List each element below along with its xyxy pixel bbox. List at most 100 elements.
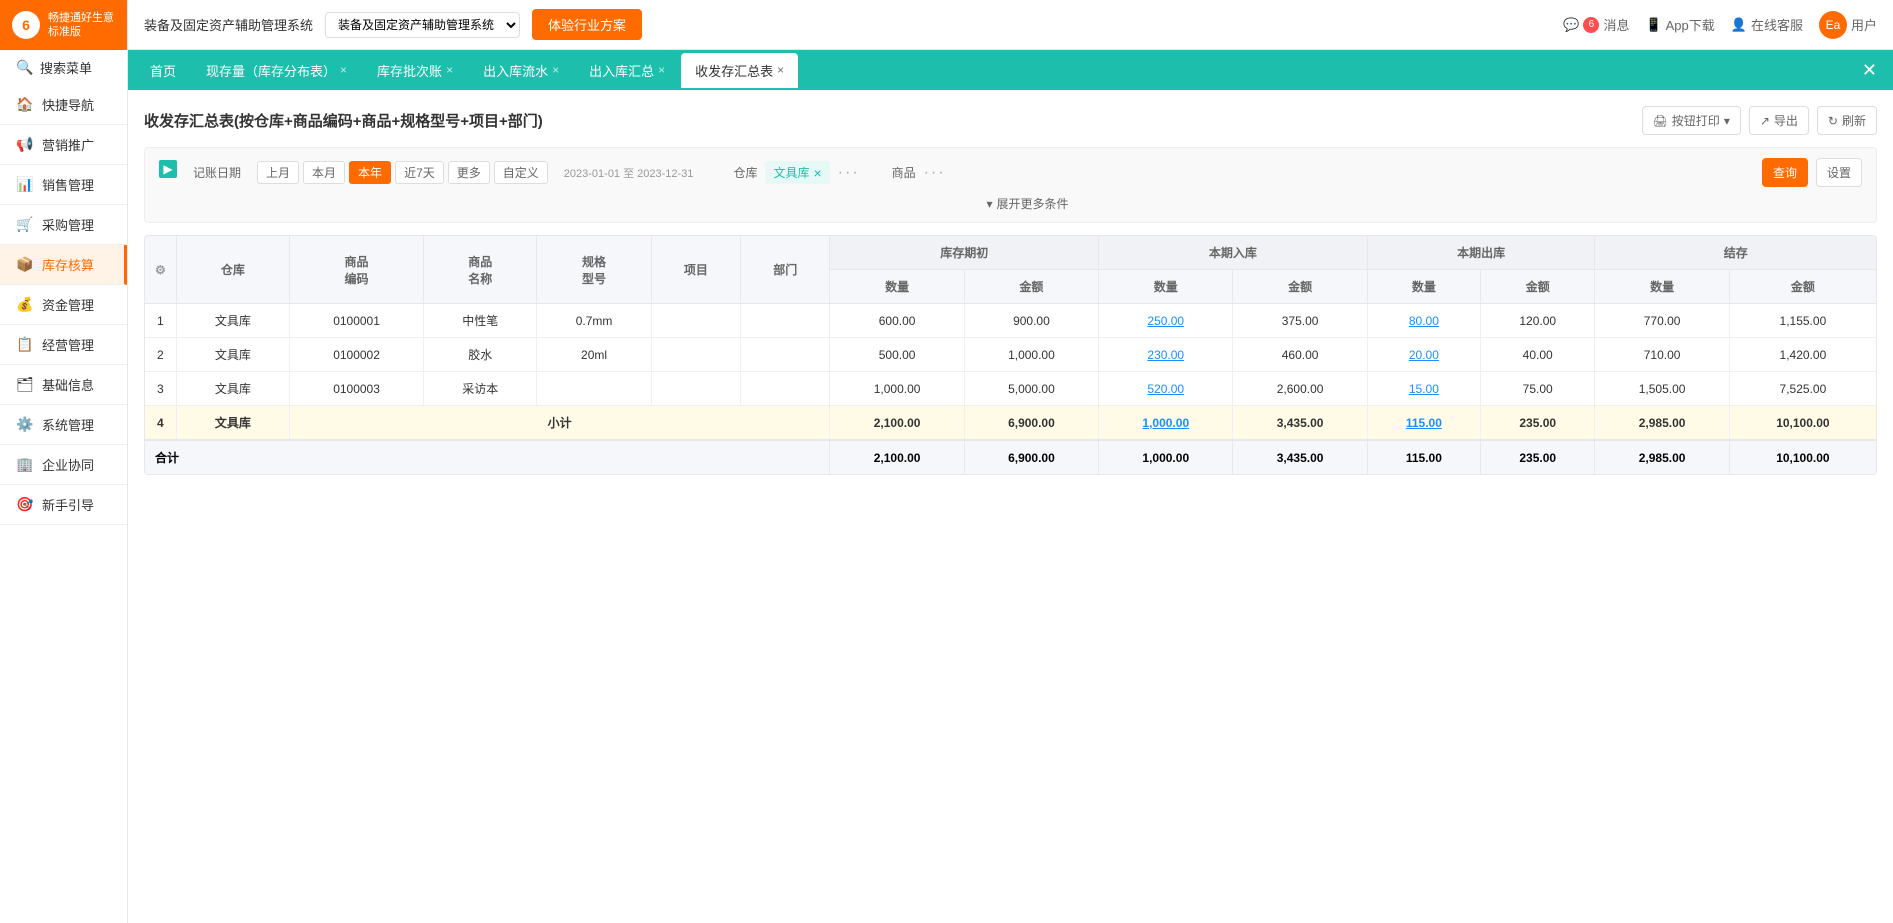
sidebar-item-finance[interactable]: 💰 资金管理 xyxy=(0,285,127,325)
warehouse-tag-close[interactable]: × xyxy=(813,166,821,180)
message-group[interactable]: 💬 6 消息 xyxy=(1563,15,1629,34)
main-area: 装备及固定资产辅助管理系统 装备及固定资产辅助管理系统 体验行业方案 💬 6 消… xyxy=(128,0,1893,923)
user-group[interactable]: Ea 用户 xyxy=(1819,11,1877,39)
th-close-qty: 数量 xyxy=(1595,270,1729,304)
sidebar-item-system[interactable]: ⚙️ 系统管理 xyxy=(0,405,127,445)
tab-close-in-out-flow[interactable]: × xyxy=(552,63,559,77)
footer-label: 合计 xyxy=(145,440,830,474)
app-download-label: App下载 xyxy=(1666,15,1715,34)
column-settings-icon[interactable]: ⚙ xyxy=(155,263,166,277)
sidebar-item-search[interactable]: 🔍 搜索菜单 xyxy=(0,50,127,85)
sidebar-item-inventory[interactable]: 📦 库存核算 xyxy=(0,245,127,285)
tab-in-out-flow[interactable]: 出入库流水 × xyxy=(469,53,573,88)
footer-open-amt: 6,900.00 xyxy=(964,440,1098,474)
online-service-group[interactable]: 👤 在线客服 xyxy=(1731,15,1803,34)
sidebar-header: 6 畅捷通好生意 标准版 xyxy=(0,0,127,50)
chevron-icon: ▶ xyxy=(163,162,172,176)
date-btn-last-month[interactable]: 上月 xyxy=(257,161,299,184)
tab-close-batch-ledger[interactable]: × xyxy=(446,63,453,77)
tab-close-receive-send[interactable]: × xyxy=(777,63,784,77)
th-out: 本期出库 xyxy=(1367,236,1595,270)
cell-no: 1 xyxy=(145,304,176,338)
cell-in-amt: 375.00 xyxy=(1233,304,1367,338)
message-icon: 💬 xyxy=(1563,17,1579,33)
table-row: 3 文具库 0100003 采访本 1,000.00 5,000.00 520.… xyxy=(145,372,1876,406)
message-badge: 6 xyxy=(1583,17,1599,33)
sidebar-item-newbie[interactable]: 🎯 新手引导 xyxy=(0,485,127,525)
th-open-qty: 数量 xyxy=(830,270,964,304)
tab-inventory-dist[interactable]: 现存量（库存分布表） × xyxy=(192,53,361,88)
filter-toggle[interactable]: ▶ xyxy=(159,160,177,178)
system-selector[interactable]: 装备及固定资产辅助管理系统 xyxy=(325,12,520,38)
tab-close-inventory-dist[interactable]: × xyxy=(340,63,347,77)
date-btn-7days[interactable]: 近7天 xyxy=(395,161,444,184)
date-btn-this-month[interactable]: 本月 xyxy=(303,161,345,184)
th-in-amt: 金额 xyxy=(1233,270,1367,304)
tab-in-out-summary[interactable]: 出入库汇总 × xyxy=(575,53,679,88)
table-row: 1 文具库 0100001 中性笔 0.7mm 600.00 900.00 25… xyxy=(145,304,1876,338)
cell-dept xyxy=(741,372,830,406)
cell-dept xyxy=(741,338,830,372)
subtotal-no: 4 xyxy=(145,406,176,441)
subtotal-label: 小计 xyxy=(289,406,830,441)
goods-more[interactable]: ··· xyxy=(924,164,946,182)
cell-in-qty[interactable]: 520.00 xyxy=(1099,372,1233,406)
data-table: ⚙ 仓库 商品编码 商品名称 规格型号 项目 部门 库存期初 本期入库 本期出库… xyxy=(145,236,1876,474)
date-btn-custom[interactable]: 自定义 xyxy=(494,161,548,184)
th-goods-name: 商品名称 xyxy=(424,236,537,304)
page-title: 收发存汇总表(按仓库+商品编码+商品+规格型号+项目+部门) xyxy=(144,110,543,131)
th-closing: 结存 xyxy=(1595,236,1876,270)
finance-icon: 💰 xyxy=(16,296,34,314)
cell-in-qty[interactable]: 230.00 xyxy=(1099,338,1233,372)
cell-out-qty[interactable]: 20.00 xyxy=(1367,338,1480,372)
trial-btn[interactable]: 体验行业方案 xyxy=(532,9,642,40)
cell-open-qty: 600.00 xyxy=(830,304,964,338)
sidebar-item-purchase[interactable]: 🛒 采购管理 xyxy=(0,205,127,245)
cell-out-qty[interactable]: 15.00 xyxy=(1367,372,1480,406)
export-icon: ↗ xyxy=(1760,114,1770,128)
phone-icon: 📱 xyxy=(1645,17,1661,33)
expand-conditions-btn[interactable]: ▾ 展开更多条件 xyxy=(986,195,1068,212)
goods-filter: 商品 ··· xyxy=(892,164,946,182)
export-button[interactable]: ↗ 导出 xyxy=(1749,106,1809,135)
goods-filter-label: 商品 xyxy=(892,164,916,181)
cell-out-qty[interactable]: 80.00 xyxy=(1367,304,1480,338)
warehouse-more[interactable]: ··· xyxy=(838,164,860,182)
tab-receive-send-summary[interactable]: 收发存汇总表 × xyxy=(681,53,798,88)
tab-close-in-out-summary[interactable]: × xyxy=(658,63,665,77)
print-button[interactable]: 🖨 按钮打印 ▾ xyxy=(1642,106,1741,135)
settings-button[interactable]: 设置 xyxy=(1816,158,1862,187)
th-goods-code: 商品编码 xyxy=(289,236,423,304)
subtotal-in-amt: 3,435.00 xyxy=(1233,406,1367,441)
sidebar-item-quick-nav[interactable]: 🏠 快捷导航 xyxy=(0,85,127,125)
cell-close-amt: 1,155.00 xyxy=(1729,304,1876,338)
filter-area: ▶ 记账日期 上月 本月 本年 近7天 更多 自定义 2023-01-01 xyxy=(144,147,1877,223)
cell-in-amt: 460.00 xyxy=(1233,338,1367,372)
tab-batch-ledger[interactable]: 库存批次账 × xyxy=(363,53,467,88)
printer-icon: 🖨 xyxy=(1653,114,1668,128)
cell-goods-name: 中性笔 xyxy=(424,304,537,338)
footer-out-qty: 115.00 xyxy=(1367,440,1480,474)
subtotal-close-amt: 10,100.00 xyxy=(1729,406,1876,441)
th-opening: 库存期初 xyxy=(830,236,1099,270)
sidebar-item-enterprise[interactable]: 🏢 企业协同 xyxy=(0,445,127,485)
refresh-button[interactable]: ↻ 刷新 xyxy=(1817,106,1877,135)
cell-close-qty: 710.00 xyxy=(1595,338,1729,372)
search-icon: 🔍 xyxy=(16,59,34,77)
date-btn-this-year[interactable]: 本年 xyxy=(349,161,391,184)
sidebar-item-operations[interactable]: 📋 经营管理 xyxy=(0,325,127,365)
query-button[interactable]: 查询 xyxy=(1762,158,1808,187)
table-row: 2 文具库 0100002 胶水 20ml 500.00 1,000.00 23… xyxy=(145,338,1876,372)
cell-in-qty[interactable]: 250.00 xyxy=(1099,304,1233,338)
warehouse-filter-label: 仓库 xyxy=(733,164,757,181)
sidebar-item-basic[interactable]: 🗂 基础信息 xyxy=(0,365,127,405)
tab-home[interactable]: 首页 xyxy=(136,53,190,88)
sidebar-item-marketing[interactable]: 📢 营销推广 xyxy=(0,125,127,165)
sidebar-item-sales[interactable]: 📊 销售管理 xyxy=(0,165,127,205)
table-footer-row: 合计 2,100.00 6,900.00 1,000.00 3,435.00 1… xyxy=(145,440,1876,474)
cell-out-amt: 120.00 xyxy=(1480,304,1594,338)
data-table-container: ⚙ 仓库 商品编码 商品名称 规格型号 项目 部门 库存期初 本期入库 本期出库… xyxy=(144,235,1877,475)
app-download-group[interactable]: 📱 App下载 xyxy=(1645,15,1714,34)
close-all-tabs[interactable]: ✕ xyxy=(1854,60,1885,81)
date-btn-more[interactable]: 更多 xyxy=(448,161,490,184)
